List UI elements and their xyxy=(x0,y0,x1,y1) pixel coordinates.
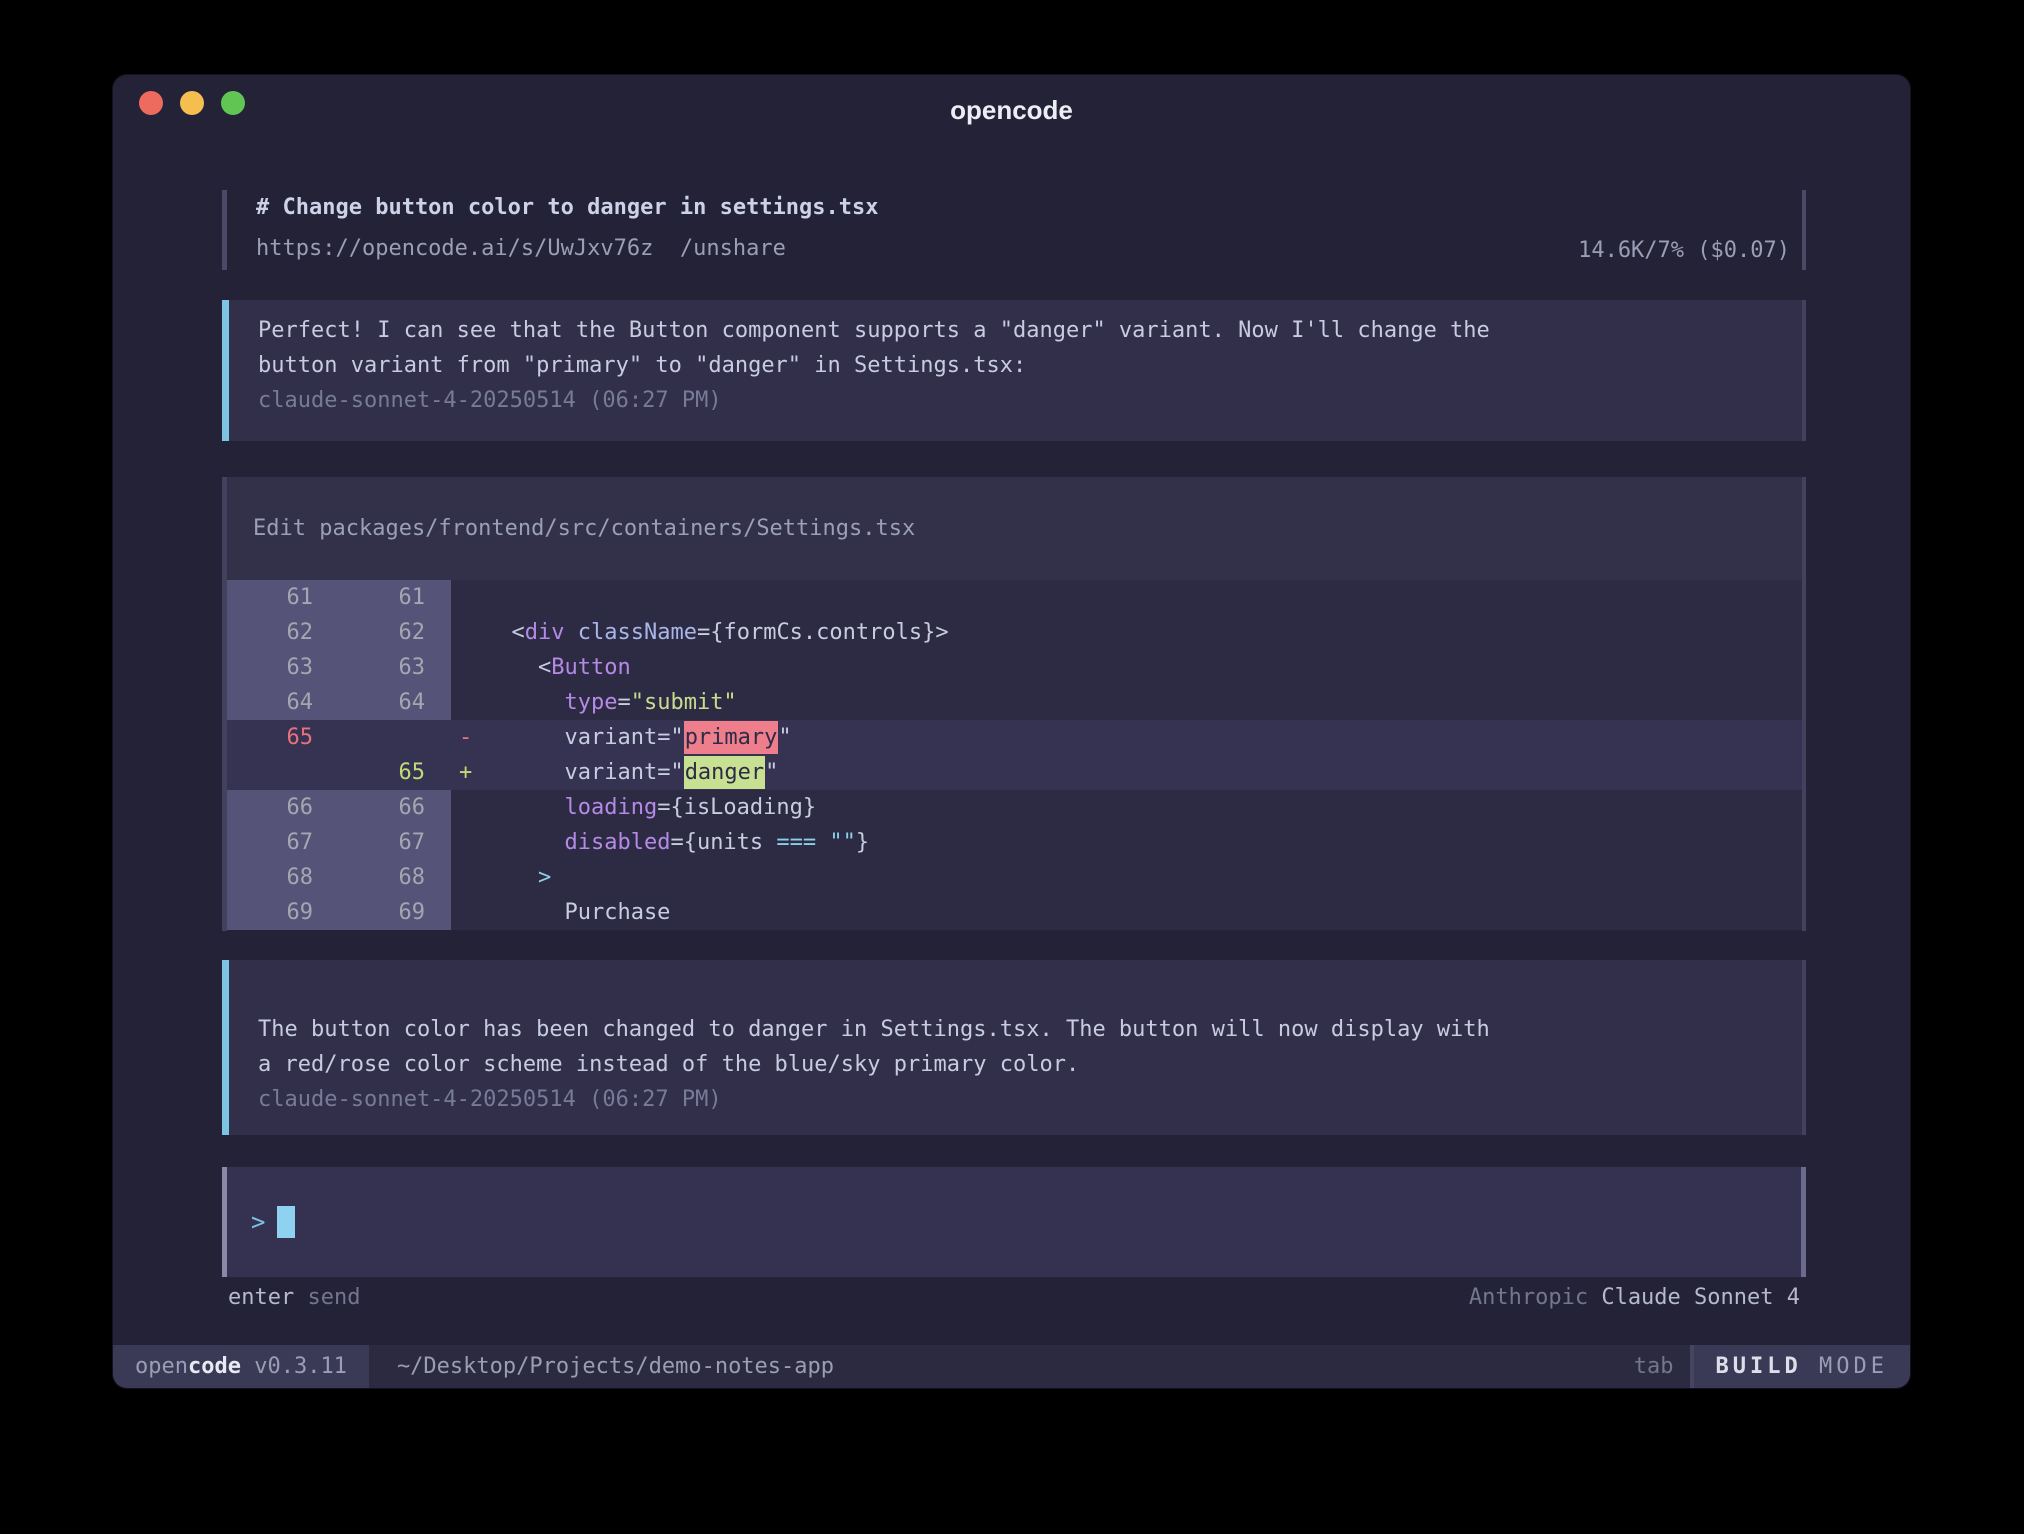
working-directory: ~/Desktop/Projects/demo-notes-app xyxy=(397,1354,1634,1379)
status-divider xyxy=(1690,1345,1694,1388)
diff-row: 6969 Purchase xyxy=(227,895,1802,930)
message-line: Perfect! I can see that the Button compo… xyxy=(258,313,1802,348)
diff-file-title: Edit packages/frontend/src/containers/Se… xyxy=(227,477,1802,580)
diff-row: 6868 > xyxy=(227,860,1802,895)
opencode-window: opencode # Change button color to danger… xyxy=(113,75,1910,1388)
prompt-chevron: > xyxy=(251,1208,265,1236)
diff-block: Edit packages/frontend/src/containers/Se… xyxy=(222,477,1806,931)
main-content: # Change button color to danger in setti… xyxy=(222,75,1806,1388)
diff-rows: 61616262 <div className={formCs.controls… xyxy=(227,580,1802,930)
diff-row: 65+ variant="danger" xyxy=(227,755,1802,790)
share-url[interactable]: https://opencode.ai/s/UwJxv76z xyxy=(256,236,653,261)
prompt-input[interactable]: > xyxy=(222,1167,1806,1277)
diff-row: 65- variant="primary" xyxy=(227,720,1802,755)
diff-row: 6262 <div className={formCs.controls}> xyxy=(227,615,1802,650)
tab-key-hint: tab xyxy=(1634,1354,1674,1379)
message-line: The button color has been changed to dan… xyxy=(258,1012,1802,1047)
token-cost-stats: 14.6K/7% ($0.07) xyxy=(1578,236,1790,266)
diff-row: 6161 xyxy=(227,580,1802,615)
mode-chip[interactable]: BUILD MODE xyxy=(1694,1345,1910,1388)
text-cursor xyxy=(277,1206,295,1238)
assistant-message: The button color has been changed to dan… xyxy=(222,960,1806,1135)
assistant-message: Perfect! I can see that the Button compo… xyxy=(222,300,1806,441)
message-meta: claude-sonnet-4-20250514 (06:27 PM) xyxy=(258,1082,1802,1117)
diff-row: 6666 loading={isLoading} xyxy=(227,790,1802,825)
diff-row: 6767 disabled={units === ""} xyxy=(227,825,1802,860)
version-chip: opencode v0.3.11 xyxy=(113,1345,369,1388)
share-url-line: https://opencode.ai/s/UwJxv76z /unshare xyxy=(256,234,1790,264)
model-indicator: Anthropic Claude Sonnet 4 xyxy=(1469,1280,1800,1315)
session-header: # Change button color to danger in setti… xyxy=(222,190,1806,270)
send-hint: enter send xyxy=(228,1280,360,1315)
session-title: # Change button color to danger in setti… xyxy=(256,192,1790,224)
hint-row: enter send Anthropic Claude Sonnet 4 xyxy=(222,1280,1806,1315)
message-meta: claude-sonnet-4-20250514 (06:27 PM) xyxy=(258,383,1802,418)
status-bar: opencode v0.3.11 ~/Desktop/Projects/demo… xyxy=(113,1345,1910,1388)
diff-row: 6464 type="submit" xyxy=(227,685,1802,720)
unshare-command[interactable]: /unshare xyxy=(680,236,786,261)
message-line: button variant from "primary" to "danger… xyxy=(258,348,1802,383)
message-line: a red/rose color scheme instead of the b… xyxy=(258,1047,1802,1082)
diff-row: 6363 <Button xyxy=(227,650,1802,685)
